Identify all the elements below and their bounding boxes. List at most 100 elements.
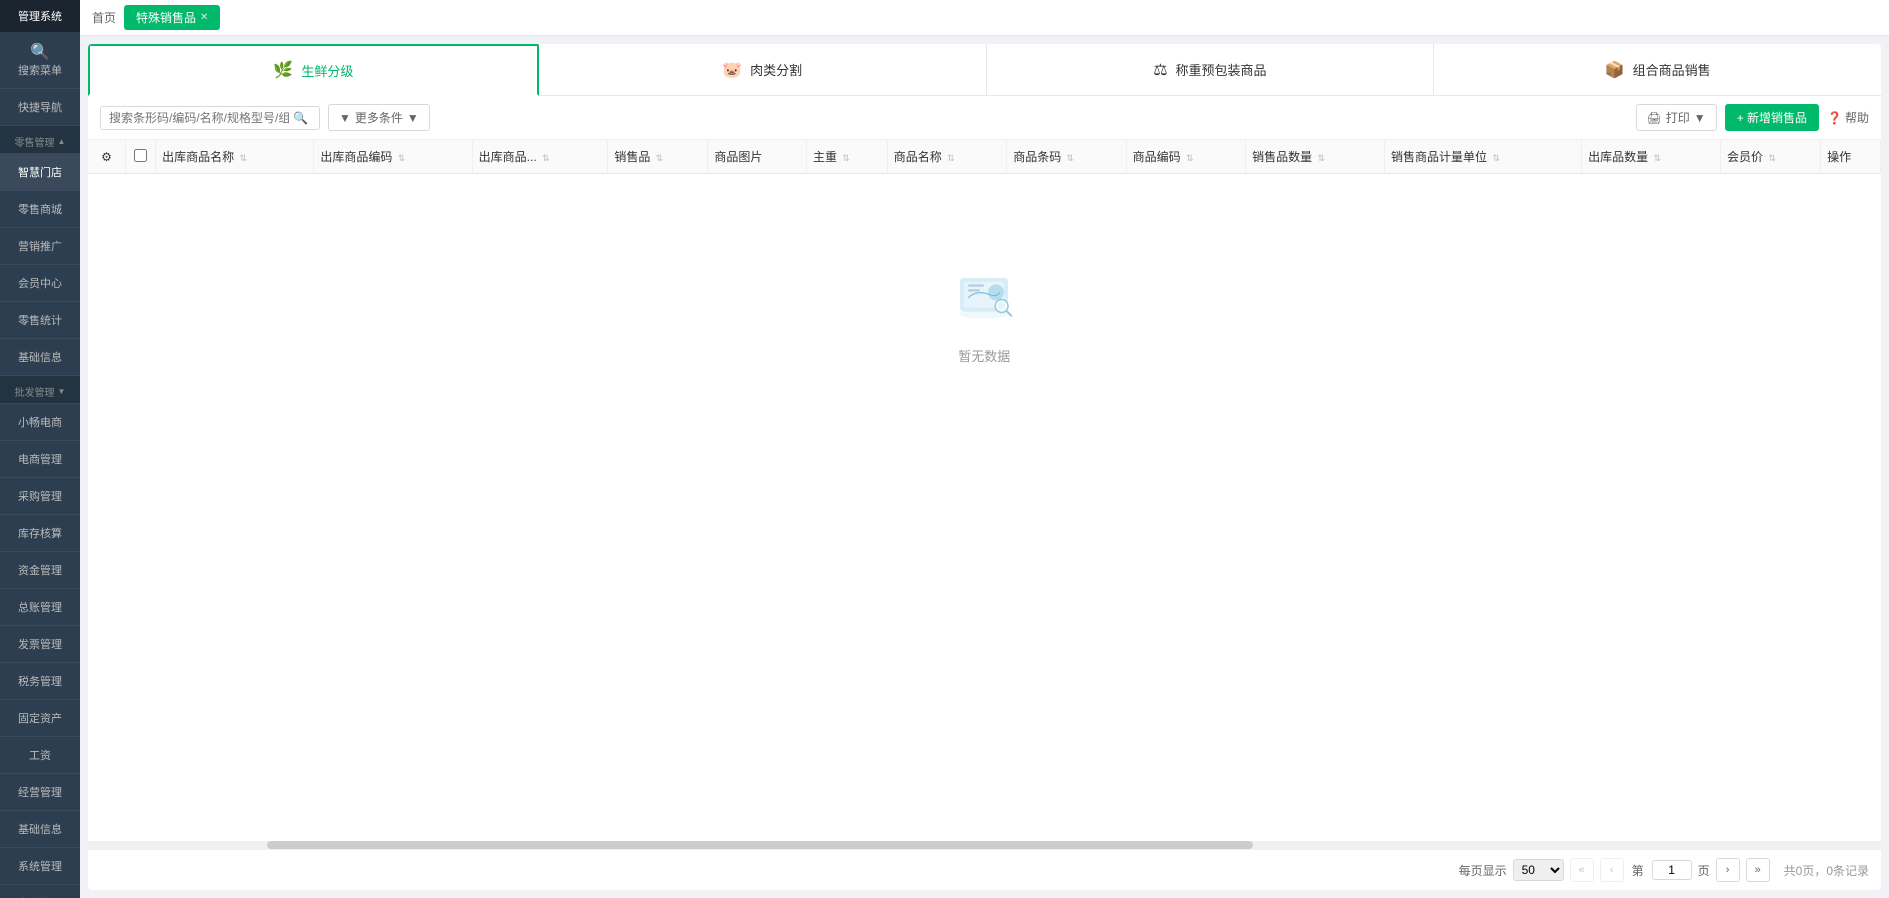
sidebar-item-purchase[interactable]: 采购管理 (0, 478, 80, 515)
sidebar-item-enterprise[interactable]: 企业协同 (0, 885, 80, 898)
sort-icon: ⇅ (239, 153, 247, 163)
th-out-product-name[interactable]: 出库商品名称 ⇅ (156, 140, 314, 174)
page-input[interactable] (1652, 860, 1692, 880)
sidebar-item-tax[interactable]: 税务管理 (0, 663, 80, 700)
filter-button[interactable]: ▼ 更多条件 ▼ (328, 104, 430, 131)
th-product-image: 商品图片 (708, 140, 807, 174)
th-out-qty[interactable]: 出库品数量 ⇅ (1582, 140, 1721, 174)
table-header-row: ⚙ 出库商品名称 ⇅ 出库商品编码 ⇅ (88, 140, 1881, 174)
combo-sales-icon: 📦 (1605, 60, 1625, 80)
close-tab-icon[interactable]: ✕ (200, 12, 208, 23)
th-out-product-code[interactable]: 出库商品编码 ⇅ (314, 140, 472, 174)
th-sale-product[interactable]: 销售品 ⇅ (608, 140, 708, 174)
search-icon[interactable]: 🔍 (293, 111, 308, 125)
sidebar-item-invoice[interactable]: 发票管理 (0, 626, 80, 663)
select-all-checkbox[interactable] (134, 149, 147, 162)
sidebar-item-fixed-assets[interactable]: 固定资产 (0, 700, 80, 737)
sidebar-item-inventory[interactable]: 库存核算 (0, 515, 80, 552)
th-product-name[interactable]: 商品名称 ⇅ (887, 140, 1006, 174)
help-button[interactable]: ❓ 帮助 (1827, 109, 1869, 126)
horizontal-scrollbar[interactable] (88, 841, 1881, 849)
toolbar-right: 🖨 打印 ▼ + 新增销售品 ❓ 帮助 (1636, 104, 1869, 131)
tab-special-sales[interactable]: 特殊销售品 ✕ (124, 5, 220, 30)
sidebar-item-operations[interactable]: 经营管理 (0, 774, 80, 811)
sort-icon: ⇅ (1067, 153, 1075, 163)
fresh-grade-icon: 🌿 (273, 60, 293, 80)
pagination: 每页显示 10 20 50 100 « ‹ 第 页 › » 共0页，0条记录 (88, 849, 1881, 890)
sidebar-item-marketing[interactable]: 营销推广 (0, 228, 80, 265)
filter-arrow-icon: ▼ (407, 111, 419, 125)
th-gear[interactable]: ⚙ (88, 140, 126, 174)
sidebar-item-retail-stats[interactable]: 零售统计 (0, 302, 80, 339)
sidebar-item-system[interactable]: 系统管理 (0, 848, 80, 885)
th-sale-qty[interactable]: 销售品数量 ⇅ (1246, 140, 1385, 174)
th-checkbox[interactable] (126, 140, 156, 174)
prev-page-icon: ‹ (1610, 864, 1614, 876)
sidebar-section-retail[interactable]: 零售管理 (0, 126, 80, 154)
sidebar-item-retail-mall[interactable]: 零售商城 (0, 191, 80, 228)
new-sale-item-button[interactable]: + 新增销售品 (1725, 104, 1819, 131)
sidebar-item-basic-info[interactable]: 基础信息 (0, 339, 80, 376)
print-arrow-icon: ▼ (1694, 111, 1706, 125)
th-product-code[interactable]: 商品编码 ⇅ (1126, 140, 1245, 174)
category-tabs: 🌿 生鲜分级 🐷 肉类分割 ⚖ 称重预包装商品 📦 组合商品销售 (88, 44, 1881, 96)
sidebar-item-salary[interactable]: 工资 (0, 737, 80, 774)
th-out-product-spec[interactable]: 出库商品... ⇅ (472, 140, 608, 174)
tab-weight-packed[interactable]: ⚖ 称重预包装商品 (987, 44, 1435, 95)
first-page-button[interactable]: « (1570, 858, 1594, 882)
table-wrapper[interactable]: ⚙ 出库商品名称 ⇅ 出库商品编码 ⇅ (88, 140, 1881, 841)
sidebar-section-wholesale[interactable]: 批发管理 ▼ (0, 376, 80, 404)
sort-icon: ⇅ (656, 153, 664, 163)
table-body: 暂无数据 (88, 174, 1881, 446)
sidebar-item-finance[interactable]: 资金管理 (0, 552, 80, 589)
sort-icon: ⇅ (1768, 153, 1776, 163)
print-icon: 🖨 (1647, 111, 1662, 125)
app-logo: 管理系统 (0, 0, 80, 32)
sort-icon: ⇅ (1186, 153, 1194, 163)
page-label-prefix: 第 (1632, 862, 1644, 879)
filter-icon: ▼ (339, 111, 351, 125)
th-main-weight[interactable]: 主重 ⇅ (807, 140, 888, 174)
sidebar-item-basic-info2[interactable]: 基础信息 (0, 811, 80, 848)
top-bar: 首页 特殊销售品 ✕ (80, 0, 1889, 36)
sidebar-item-general-ledger[interactable]: 总账管理 (0, 589, 80, 626)
data-table: ⚙ 出库商品名称 ⇅ 出库商品编码 ⇅ (88, 140, 1881, 445)
breadcrumb-home[interactable]: 首页 (92, 9, 116, 26)
empty-illustration (944, 254, 1024, 334)
th-product-barcode[interactable]: 商品条码 ⇅ (1007, 140, 1126, 174)
tab-meat-cut[interactable]: 🐷 肉类分割 (539, 44, 987, 95)
tab-combo-sales[interactable]: 📦 组合商品销售 (1434, 44, 1881, 95)
per-page-label: 每页显示 (1459, 862, 1507, 879)
th-sale-unit[interactable]: 销售商品计量单位 ⇅ (1385, 140, 1582, 174)
sort-icon: ⇅ (398, 153, 406, 163)
horizontal-scroll-thumb[interactable] (267, 841, 1253, 849)
last-page-button[interactable]: » (1746, 858, 1770, 882)
sort-icon: ⇅ (1492, 153, 1500, 163)
toolbar: 🔍 ▼ 更多条件 ▼ 🖨 打印 ▼ + 新增销售品 ❓ 帮助 (88, 96, 1881, 140)
last-page-icon: » (1755, 864, 1761, 876)
prev-page-button[interactable]: ‹ (1600, 858, 1624, 882)
sidebar-item-mini-ecom[interactable]: 小畅电商 (0, 404, 80, 441)
sidebar-item-member[interactable]: 会员中心 (0, 265, 80, 302)
sort-icon: ⇅ (842, 153, 850, 163)
page-area: 🌿 生鲜分级 🐷 肉类分割 ⚖ 称重预包装商品 📦 组合商品销售 🔍 (88, 44, 1881, 890)
next-page-icon: › (1726, 864, 1730, 876)
empty-state: 暂无数据 (88, 174, 1881, 445)
main-content: 首页 特殊销售品 ✕ 🌿 生鲜分级 🐷 肉类分割 ⚖ 称重预包装商品 📦 组合商… (80, 0, 1889, 898)
sidebar-item-search[interactable]: 🔍 搜索菜单 (0, 32, 80, 89)
search-box[interactable]: 🔍 (100, 106, 320, 130)
meat-cut-icon: 🐷 (722, 60, 742, 80)
page-size-select[interactable]: 10 20 50 100 (1513, 859, 1564, 881)
empty-row: 暂无数据 (88, 174, 1881, 446)
sidebar-item-quick-nav[interactable]: 快捷导航 (0, 89, 80, 126)
first-page-icon: « (1579, 864, 1585, 876)
weight-packed-icon: ⚖ (1153, 60, 1167, 80)
print-button[interactable]: 🖨 打印 ▼ (1636, 104, 1717, 131)
sort-icon: ⇅ (1318, 153, 1326, 163)
search-input[interactable] (109, 111, 289, 125)
sidebar-item-ecom-mgmt[interactable]: 电商管理 (0, 441, 80, 478)
th-member-price[interactable]: 会员价 ⇅ (1720, 140, 1820, 174)
sidebar-item-smart-store[interactable]: 智慧门店 (0, 154, 80, 191)
tab-fresh-grade[interactable]: 🌿 生鲜分级 (88, 44, 539, 96)
next-page-button[interactable]: › (1716, 858, 1740, 882)
